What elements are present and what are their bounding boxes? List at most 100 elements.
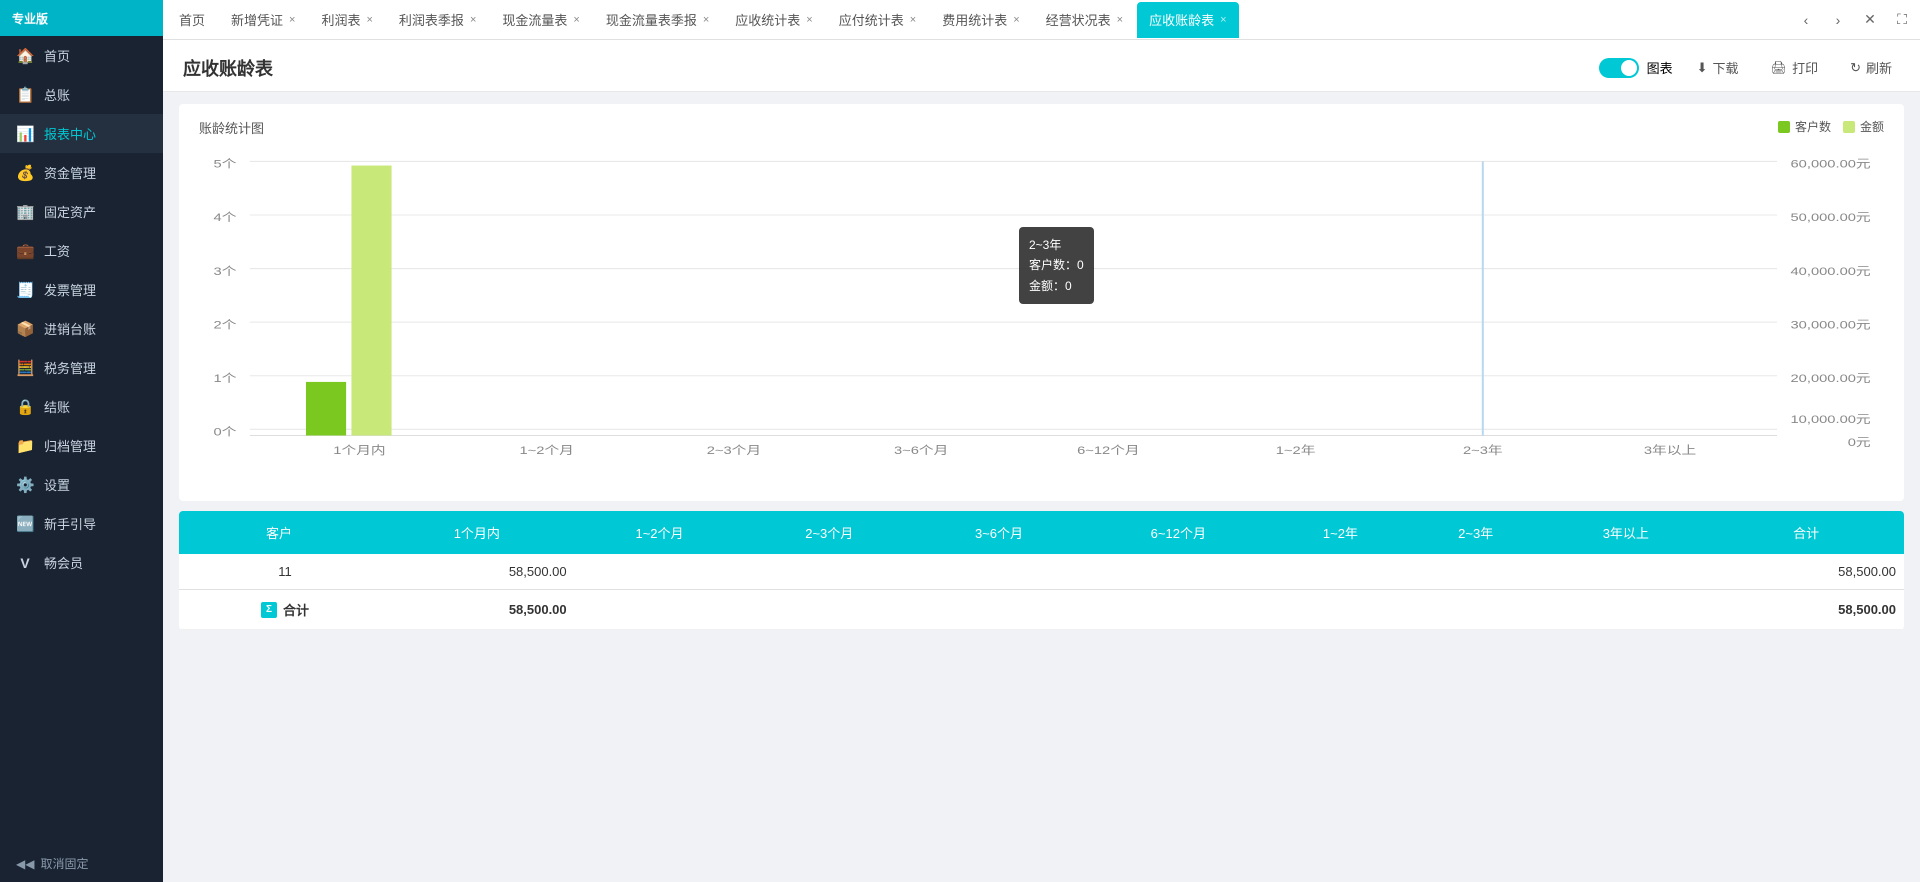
svg-text:2个: 2个 (214, 318, 237, 331)
total-m7 (1408, 590, 1543, 630)
tab-home[interactable]: 首页 (167, 2, 217, 38)
tab-cashflow-season[interactable]: 现金流量表季报 × (594, 2, 721, 38)
col-m3: 2~3个月 (744, 511, 914, 554)
col-m7: 2~3年 (1408, 511, 1543, 554)
sidebar-item-vip[interactable]: V 畅会员 (0, 543, 163, 582)
sidebar-item-label: 归档管理 (44, 436, 96, 455)
tab-ap-stats[interactable]: 应付统计表 × (827, 2, 928, 38)
guide-icon: 🆕 (16, 515, 34, 533)
tab-label: 应付统计表 (839, 10, 904, 29)
tab-bar: 首页 新增凭证 × 利润表 × 利润表季报 × 现金流量表 × 现金流量表季报 … (163, 0, 1920, 40)
report-icon: 📊 (16, 125, 34, 143)
vip-icon: V (16, 555, 34, 571)
total-m5 (1084, 590, 1273, 630)
tab-profit[interactable]: 利润表 × (309, 2, 384, 38)
tab-close-icon[interactable]: × (910, 14, 916, 26)
total-m3 (744, 590, 914, 630)
sidebar-item-ledger[interactable]: 📋 总账 (0, 75, 163, 114)
print-button[interactable]: 🖨 打印 (1763, 54, 1827, 81)
tab-ar-stats[interactable]: 应收统计表 × (723, 2, 824, 38)
tab-label: 费用统计表 (942, 10, 1007, 29)
tab-label: 首页 (179, 10, 205, 29)
tab-cashflow[interactable]: 现金流量表 × (490, 2, 591, 38)
col-m6: 1~2年 (1273, 511, 1408, 554)
tab-expense[interactable]: 费用统计表 × (930, 2, 1031, 38)
tab-operation[interactable]: 经营状况表 × (1034, 2, 1135, 38)
download-button[interactable]: ⬇ 下载 (1689, 54, 1747, 81)
table-header-row: 客户 1个月内 1~2个月 2~3个月 3~6个月 6~12个月 1~2年 2~… (179, 511, 1904, 554)
sidebar-item-label: 畅会员 (44, 553, 83, 572)
tab-close-icon[interactable]: × (1220, 14, 1226, 26)
tab-label: 现金流量表 (502, 10, 567, 29)
svg-text:60,000.00元: 60,000.00元 (1791, 157, 1871, 170)
sidebar-item-label: 首页 (44, 46, 70, 65)
tab-close-all-button[interactable]: ✕ (1856, 6, 1884, 34)
chart-area: 账龄统计图 客户数 金额 5个 4个 3个 2个 1个 (179, 104, 1904, 501)
total-m1: 58,500.00 (379, 590, 575, 630)
sidebar-item-label: 报表中心 (44, 124, 96, 143)
ledger-icon: 📋 (16, 86, 34, 104)
sidebar-collapse[interactable]: ◀◀ 取消固定 (0, 845, 163, 882)
tab-close-icon[interactable]: × (573, 14, 579, 26)
page-header: 应收账龄表 图表 ⬇ 下载 🖨 打印 ↻ 刷新 (163, 40, 1920, 92)
svg-text:6~12个月: 6~12个月 (1077, 444, 1140, 457)
sidebar-item-label: 结账 (44, 397, 70, 416)
cell-m7 (1408, 554, 1543, 590)
tab-voucher[interactable]: 新增凭证 × (219, 2, 307, 38)
total-icon: Σ (261, 602, 277, 618)
tab-fullscreen-button[interactable]: ⛶ (1888, 6, 1916, 34)
total-m4 (914, 590, 1084, 630)
sidebar-item-label: 进销台账 (44, 319, 96, 338)
sidebar-item-salary[interactable]: 💼 工资 (0, 231, 163, 270)
sidebar-item-close[interactable]: 🔒 结账 (0, 387, 163, 426)
tab-prev-button[interactable]: ‹ (1792, 6, 1820, 34)
bar-customers-1 (306, 382, 346, 436)
sidebar-item-tax[interactable]: 🧮 税务管理 (0, 348, 163, 387)
cell-customer: 11 (179, 554, 379, 590)
sidebar-item-guide[interactable]: 🆕 新手引导 (0, 504, 163, 543)
total-m8 (1543, 590, 1708, 630)
refresh-button[interactable]: ↻ 刷新 (1842, 54, 1900, 81)
chart-toggle[interactable] (1599, 58, 1639, 78)
sidebar-item-invoice[interactable]: 🧾 发票管理 (0, 270, 163, 309)
svg-text:2~3年: 2~3年 (1463, 444, 1503, 457)
tab-close-icon[interactable]: × (806, 14, 812, 26)
invoice-icon: 🧾 (16, 281, 34, 299)
tab-close-icon[interactable]: × (1117, 14, 1123, 26)
col-m2: 1~2个月 (575, 511, 745, 554)
sidebar-item-label: 发票管理 (44, 280, 96, 299)
header-actions: 图表 ⬇ 下载 🖨 打印 ↻ 刷新 (1599, 54, 1900, 81)
tab-next-button[interactable]: › (1824, 6, 1852, 34)
sidebar-item-settings[interactable]: ⚙️ 设置 (0, 465, 163, 504)
total-m6 (1273, 590, 1408, 630)
table-total-row: Σ 合计 58,500.00 58,500.00 (179, 590, 1904, 630)
tab-close-icon[interactable]: × (366, 14, 372, 26)
legend-customers-label: 客户数 (1795, 118, 1831, 135)
cell-m8 (1543, 554, 1708, 590)
sidebar-item-report[interactable]: 📊 报表中心 (0, 114, 163, 153)
table-row: 11 58,500.00 58,500.00 (179, 554, 1904, 590)
cell-m2 (575, 554, 745, 590)
tab-close-icon[interactable]: × (470, 14, 476, 26)
col-total: 合计 (1708, 511, 1904, 554)
tab-close-icon[interactable]: × (1013, 14, 1019, 26)
cell-m3 (744, 554, 914, 590)
tab-label: 利润表 (321, 10, 360, 29)
svg-text:3年以上: 3年以上 (1644, 444, 1696, 457)
sidebar-item-home[interactable]: 🏠 首页 (0, 36, 163, 75)
tab-ar-aging[interactable]: 应收账龄表 × (1137, 2, 1238, 38)
tab-label: 现金流量表季报 (606, 10, 697, 29)
svg-text:1~2个月: 1~2个月 (520, 444, 574, 457)
svg-text:4个: 4个 (214, 211, 237, 224)
svg-text:0元: 0元 (1848, 435, 1871, 448)
tab-close-icon[interactable]: × (703, 14, 709, 26)
sidebar-item-inventory[interactable]: 📦 进销台账 (0, 309, 163, 348)
svg-text:3个: 3个 (214, 264, 237, 277)
tab-profit-season[interactable]: 利润表季报 × (387, 2, 488, 38)
tab-close-icon[interactable]: × (289, 14, 295, 26)
sidebar-item-archive[interactable]: 📁 归档管理 (0, 426, 163, 465)
sidebar-item-assets[interactable]: 🏢 固定资产 (0, 192, 163, 231)
collapse-icon: ◀◀ (16, 857, 34, 871)
sidebar-item-funds[interactable]: 💰 资金管理 (0, 153, 163, 192)
svg-text:20,000.00元: 20,000.00元 (1791, 372, 1871, 385)
